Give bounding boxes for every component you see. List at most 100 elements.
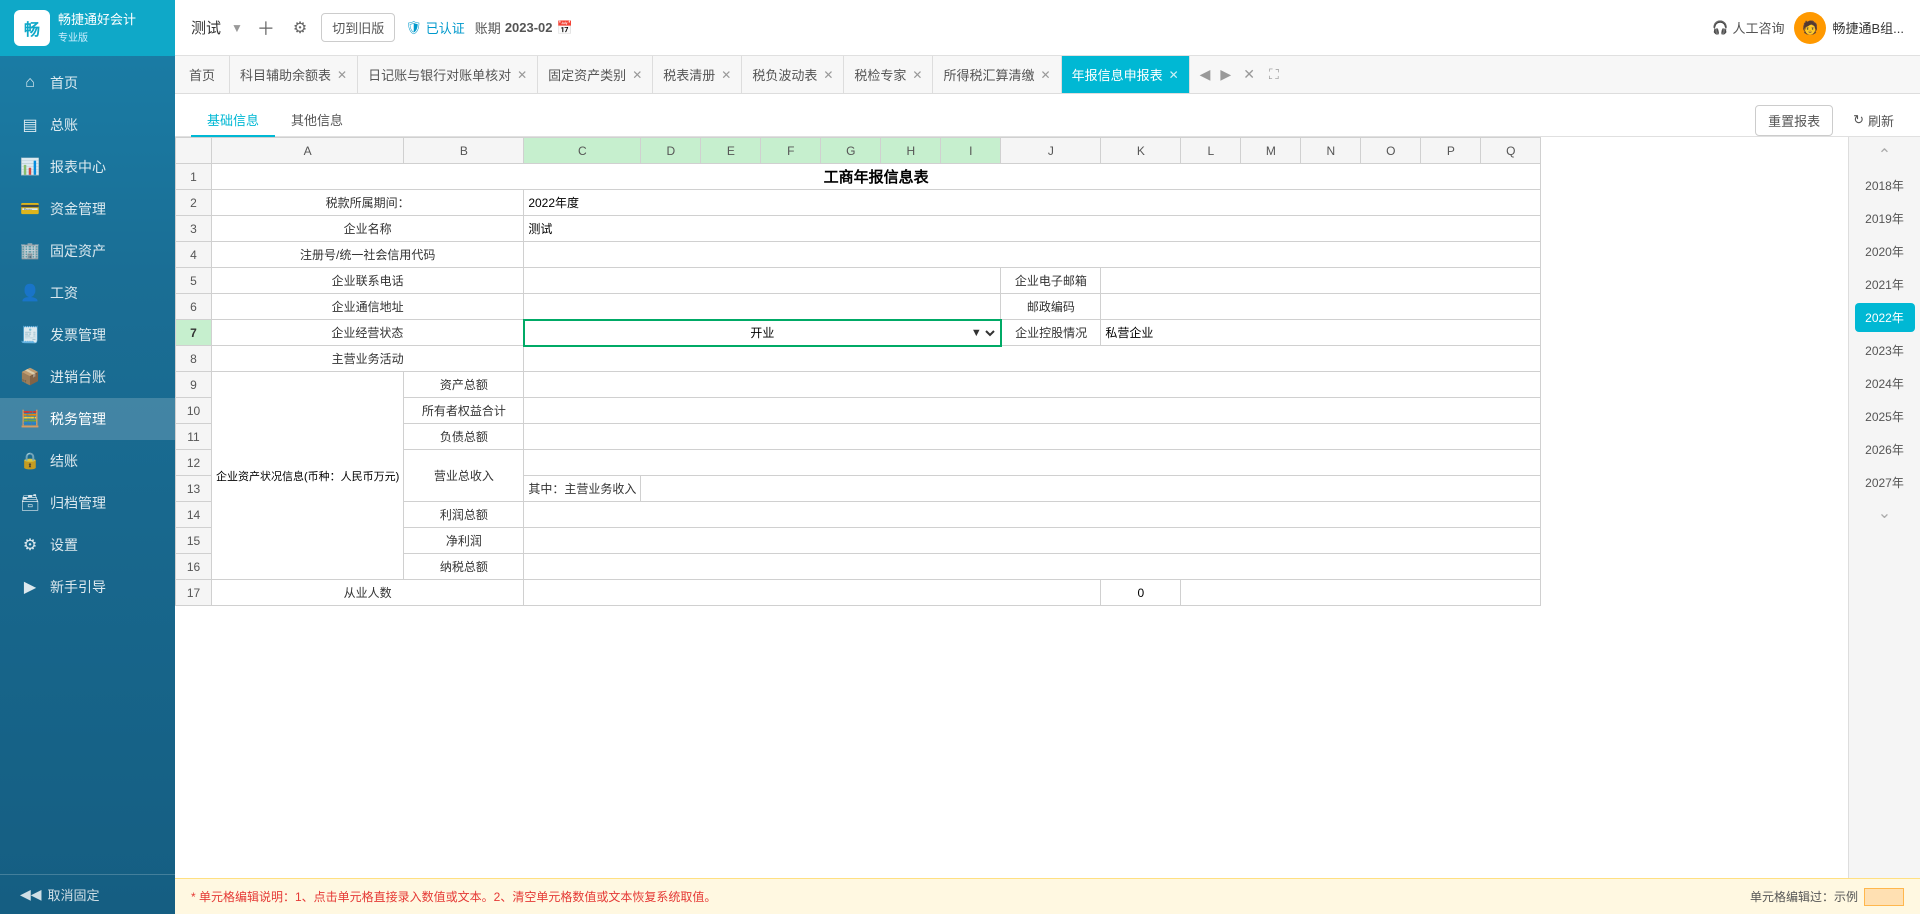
main-revenue-value[interactable] — [641, 476, 1541, 502]
sidebar-item-ledger[interactable]: ▤ 总账 — [0, 104, 175, 146]
tab-next-button[interactable]: ▶ — [1216, 64, 1235, 85]
address-value-cell[interactable] — [524, 294, 1001, 320]
col-header-H[interactable]: H — [881, 138, 941, 164]
liability-value[interactable] — [524, 424, 1541, 450]
employees-value[interactable] — [524, 580, 1101, 606]
postal-value-cell[interactable] — [1101, 294, 1541, 320]
sub-tab-basic[interactable]: 基础信息 — [191, 104, 275, 137]
total-assets-value[interactable] — [524, 372, 1541, 398]
col-header-F[interactable]: F — [761, 138, 821, 164]
employees-extra[interactable] — [1181, 580, 1541, 606]
tab-aux-close[interactable]: ✕ — [337, 68, 347, 82]
sidebar-item-wages[interactable]: 👤 工资 — [0, 272, 175, 314]
col-header-A[interactable]: A — [212, 138, 404, 164]
tab-expand-button[interactable]: ⛶ — [1263, 64, 1285, 85]
tab-assets-close[interactable]: ✕ — [632, 68, 642, 82]
col-header-E[interactable]: E — [701, 138, 761, 164]
tab-taxwave-close[interactable]: ✕ — [823, 68, 833, 82]
company-name-value-cell[interactable]: 测试 — [524, 216, 1541, 242]
sidebar-item-settings[interactable]: ⚙ 设置 — [0, 524, 175, 566]
net-profit-value[interactable] — [524, 528, 1541, 554]
year-2025[interactable]: 2025年 — [1855, 402, 1915, 431]
col-header-B[interactable]: B — [404, 138, 524, 164]
tab-journal[interactable]: 日记账与银行对账单核对 ✕ — [358, 56, 538, 94]
tab-aux[interactable]: 科目辅助余额表 ✕ — [230, 56, 358, 94]
year-2024[interactable]: 2024年 — [1855, 369, 1915, 398]
col-header-I[interactable]: I — [941, 138, 1001, 164]
main-biz-value-cell[interactable] — [524, 346, 1541, 372]
col-header-N[interactable]: N — [1301, 138, 1361, 164]
topbar-gear-button[interactable]: ⚙ — [289, 18, 311, 38]
year-2026[interactable]: 2026年 — [1855, 435, 1915, 464]
col-header-L[interactable]: L — [1181, 138, 1241, 164]
topbar-dropdown-chevron[interactable]: ▼ — [231, 21, 243, 35]
equity-value[interactable] — [524, 398, 1541, 424]
col-header-C[interactable]: C — [524, 138, 641, 164]
year-2027[interactable]: 2027年 — [1855, 468, 1915, 497]
topbar-add-button[interactable]: ＋ — [253, 15, 279, 41]
revenue-value[interactable] — [524, 450, 1541, 476]
col-header-D[interactable]: D — [641, 138, 701, 164]
tab-income-close[interactable]: ✕ — [1041, 68, 1051, 82]
year-2022[interactable]: 2022年 — [1855, 303, 1915, 332]
tab-taxwave[interactable]: 税负波动表 ✕ — [742, 56, 844, 94]
col-header-O[interactable]: O — [1361, 138, 1421, 164]
col-header-Q[interactable]: Q — [1481, 138, 1541, 164]
sidebar-item-home[interactable]: ⌂ 首页 — [0, 62, 175, 104]
tab-journal-close[interactable]: ✕ — [517, 68, 527, 82]
tab-taxcheck-close[interactable]: ✕ — [912, 68, 922, 82]
year-scroll-up[interactable]: ⌃ — [1878, 141, 1891, 169]
biz-status-value-cell[interactable]: 开业 ▼ — [524, 320, 1001, 346]
col-header-J[interactable]: J — [1001, 138, 1101, 164]
sidebar-pin-toggle[interactable]: ◀◀ 取消固定 — [0, 874, 175, 914]
year-2023[interactable]: 2023年 — [1855, 336, 1915, 365]
tab-taxcheck[interactable]: 税检专家 ✕ — [844, 56, 933, 94]
sidebar-item-funds[interactable]: 💳 资金管理 — [0, 188, 175, 230]
sidebar-item-assets[interactable]: 🏢 固定资产 — [0, 230, 175, 272]
tab-income[interactable]: 所得税汇算清缴 ✕ — [933, 56, 1061, 94]
year-2018[interactable]: 2018年 — [1855, 171, 1915, 200]
sidebar-item-invoices[interactable]: 🧾 发票管理 — [0, 314, 175, 356]
email-value-cell[interactable] — [1101, 268, 1541, 294]
year-2021[interactable]: 2021年 — [1855, 270, 1915, 299]
sidebar-item-tax[interactable]: 🧮 税务管理 — [0, 398, 175, 440]
reg-num-value-cell[interactable] — [524, 242, 1541, 268]
user-menu[interactable]: 🧑 畅捷通B组... — [1794, 12, 1904, 44]
tab-annual[interactable]: 年报信息申报表 ✕ — [1062, 56, 1190, 94]
sub-tab-other[interactable]: 其他信息 — [275, 104, 359, 137]
sheet-title-cell[interactable]: 工商年报信息表 — [212, 164, 1541, 190]
refresh-button[interactable]: ↻ 刷新 — [1843, 106, 1904, 135]
reset-button[interactable]: 重置报表 — [1755, 105, 1833, 136]
biz-status-dropdown[interactable]: ▼ — [967, 321, 998, 345]
calendar-icon[interactable]: 📅 — [557, 20, 573, 36]
year-scroll-down[interactable]: ⌄ — [1878, 499, 1891, 527]
sidebar-item-archive[interactable]: 🗃 归档管理 — [0, 482, 175, 524]
phone-value-cell[interactable] — [524, 268, 1001, 294]
tab-close-all-button[interactable]: ✕ — [1237, 64, 1261, 85]
sidebar-item-closing[interactable]: 🔒 结账 — [0, 440, 175, 482]
sidebar-item-reports[interactable]: 📊 报表中心 — [0, 146, 175, 188]
tab-annual-close[interactable]: ✕ — [1169, 68, 1179, 82]
sidebar-item-stock[interactable]: 📦 进销台账 — [0, 356, 175, 398]
tab-prev-button[interactable]: ◀ — [1196, 64, 1215, 85]
support-button[interactable]: 🎧 人工咨询 — [1712, 18, 1784, 37]
switch-old-version-button[interactable]: 切到旧版 — [321, 13, 395, 42]
tax-total-value[interactable] — [524, 554, 1541, 580]
tab-taxlist-close[interactable]: ✕ — [721, 68, 731, 82]
col-header-M[interactable]: M — [1241, 138, 1301, 164]
col-header-K[interactable]: K — [1101, 138, 1181, 164]
control-value-cell[interactable]: 私营企业 — [1101, 320, 1541, 346]
tab-taxlist[interactable]: 税表清册 ✕ — [653, 56, 742, 94]
profit-total-value[interactable] — [524, 502, 1541, 528]
sidebar-item-guide[interactable]: ▶ 新手引导 — [0, 566, 175, 608]
year-2020[interactable]: 2020年 — [1855, 237, 1915, 266]
tab-home[interactable]: 首页 — [175, 56, 230, 94]
col-header-P[interactable]: P — [1421, 138, 1481, 164]
tab-assets[interactable]: 固定资产类别 ✕ — [538, 56, 653, 94]
employees-count[interactable]: 0 — [1101, 580, 1181, 606]
spreadsheet-container[interactable]: A B C D E F G H I J K L — [175, 137, 1848, 878]
col-header-G[interactable]: G — [821, 138, 881, 164]
wages-icon: 👤 — [20, 283, 40, 303]
year-2019[interactable]: 2019年 — [1855, 204, 1915, 233]
tax-period-value-cell[interactable]: 2022年度 — [524, 190, 1541, 216]
